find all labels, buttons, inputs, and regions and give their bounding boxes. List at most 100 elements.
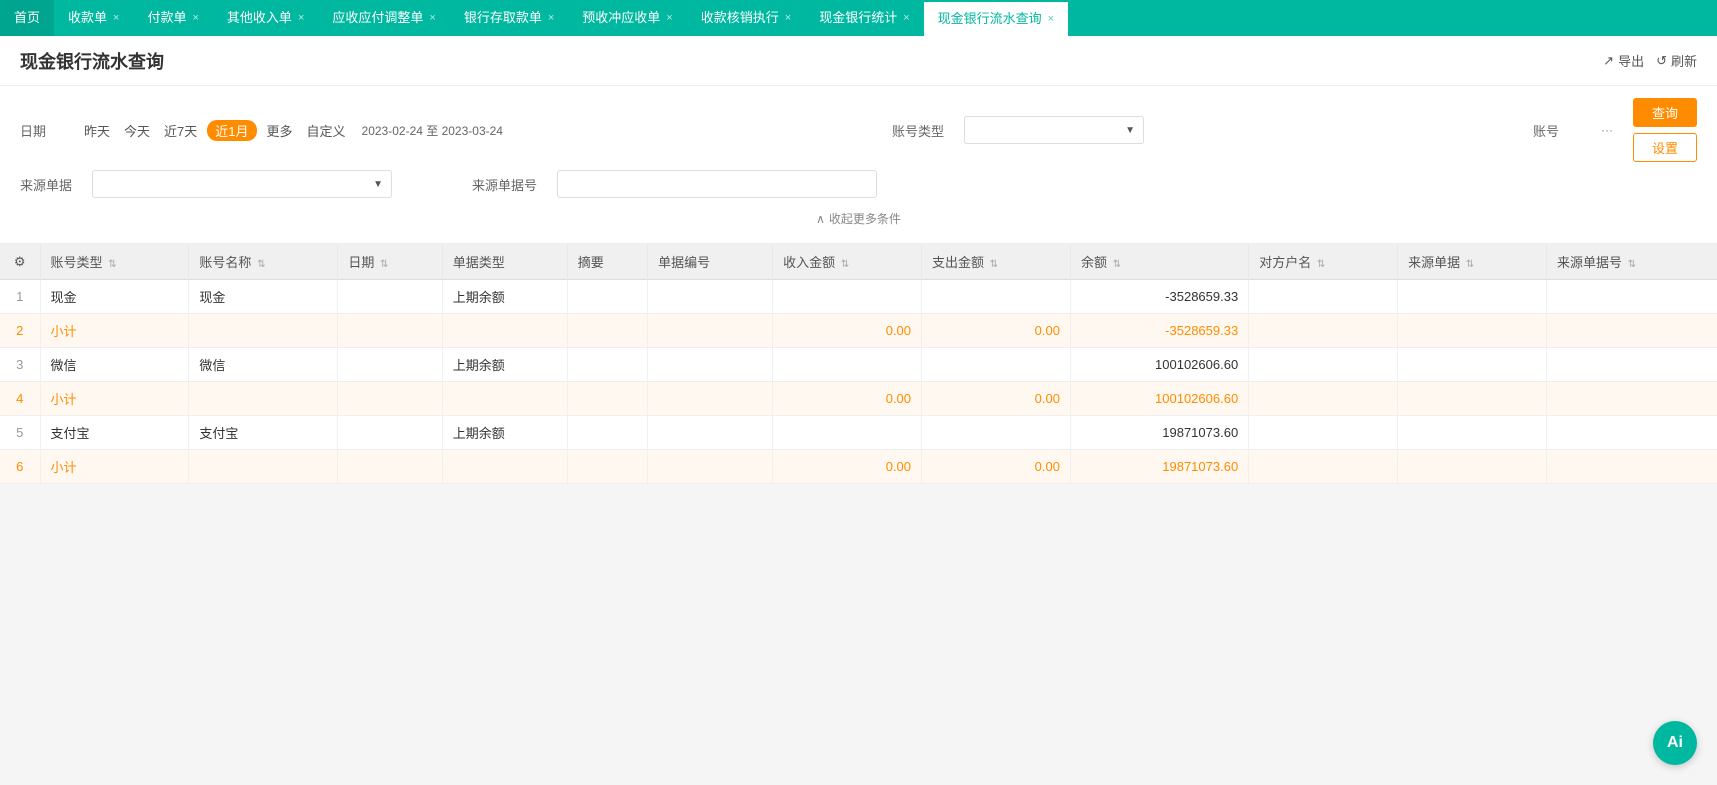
nav-receipt[interactable]: 收款单 × <box>54 0 133 36</box>
cell-12 <box>1547 416 1717 450</box>
source-doc-num-input[interactable] <box>557 170 877 198</box>
col-counter-party[interactable]: 对方户名 ⇅ <box>1249 244 1398 280</box>
table-body: 1现金现金上期余额-3528659.332小计0.000.00-3528659.… <box>0 280 1717 484</box>
sort-source-doc-icon: ⇅ <box>1466 259 1474 270</box>
nav-payment-label: 付款单 <box>147 0 186 36</box>
cell-3 <box>338 314 442 348</box>
export-button[interactable]: ↗ 导出 <box>1603 51 1644 70</box>
cell-8: 0.00 <box>922 450 1071 484</box>
col-source-doc[interactable]: 来源单据 ⇅ <box>1398 244 1547 280</box>
col-settings[interactable]: ⚙ <box>0 244 40 280</box>
source-doc-chevron: ▼ <box>373 179 383 190</box>
account-more-btn[interactable]: ··· <box>1601 123 1613 137</box>
date-opt-yesterday[interactable]: 昨天 <box>80 120 114 141</box>
table-row[interactable]: 1现金现金上期余额-3528659.33 <box>0 280 1717 314</box>
nav-advance[interactable]: 预收冲应收单 × <box>568 0 686 36</box>
cell-0: 5 <box>0 416 40 450</box>
collapse-button[interactable]: ∧ 收起更多条件 <box>20 206 1697 231</box>
cell-1: 微信 <box>40 348 189 382</box>
cell-9: 19871073.60 <box>1070 416 1248 450</box>
col-account-type[interactable]: 账号类型 ⇅ <box>40 244 189 280</box>
account-type-chevron: ▼ <box>1125 125 1135 136</box>
header-actions: ↗ 导出 ↺ 刷新 <box>1603 51 1697 70</box>
nav-ar-ap-adjust[interactable]: 应收应付调整单 × <box>318 0 449 36</box>
nav-bank-deposit[interactable]: 银行存取款单 × <box>450 0 568 36</box>
cell-11 <box>1398 348 1547 382</box>
cell-7: 0.00 <box>773 382 922 416</box>
date-opt-more[interactable]: 更多 <box>263 120 297 141</box>
query-button[interactable]: 查询 <box>1633 98 1697 127</box>
col-summary[interactable]: 摘要 <box>567 244 647 280</box>
col-income[interactable]: 收入金额 ⇅ <box>773 244 922 280</box>
date-opt-custom[interactable]: 自定义 <box>303 120 350 141</box>
ai-label: Ai <box>1667 734 1683 752</box>
table-row[interactable]: 2小计0.000.00-3528659.33 <box>0 314 1717 348</box>
cell-8 <box>922 416 1071 450</box>
cell-8 <box>922 280 1071 314</box>
cell-9: -3528659.33 <box>1070 280 1248 314</box>
nav-ar-ap-adjust-close[interactable]: × <box>429 0 435 36</box>
cell-3 <box>338 450 442 484</box>
cell-12 <box>1547 314 1717 348</box>
nav-other-income[interactable]: 其他收入单 × <box>213 0 318 36</box>
col-balance[interactable]: 余额 ⇅ <box>1070 244 1248 280</box>
cell-5 <box>567 280 647 314</box>
date-opt-7days[interactable]: 近7天 <box>160 120 201 141</box>
nav-advance-close[interactable]: × <box>666 0 672 36</box>
sort-date-icon: ⇅ <box>380 259 388 270</box>
collapse-label: 收起更多条件 <box>829 210 901 227</box>
cell-5 <box>567 314 647 348</box>
nav-receipt-close[interactable]: × <box>113 0 119 36</box>
cell-10 <box>1249 450 1398 484</box>
col-doc-type[interactable]: 单据类型 <box>442 244 567 280</box>
filter-row-2: 来源单据 ▼ 来源单据号 <box>20 170 1697 198</box>
refresh-button[interactable]: ↺ 刷新 <box>1656 51 1697 70</box>
nav-other-income-close[interactable]: × <box>298 0 304 36</box>
ai-button[interactable]: Ai <box>1653 721 1697 765</box>
sort-account-name-icon: ⇅ <box>257 259 265 270</box>
cell-6 <box>648 348 773 382</box>
cell-2: 微信 <box>189 348 338 382</box>
col-date[interactable]: 日期 ⇅ <box>338 244 442 280</box>
col-expense-label: 支出金额 <box>932 255 984 270</box>
nav-collection-exec-close[interactable]: × <box>785 0 791 36</box>
account-type-select[interactable]: ▼ <box>964 116 1144 144</box>
nav-cash-bank-stats-close[interactable]: × <box>903 0 909 36</box>
col-source-doc-no[interactable]: 来源单据号 ⇅ <box>1547 244 1717 280</box>
table-container: ⚙ 账号类型 ⇅ 账号名称 ⇅ 日期 ⇅ 单据类型 摘要 <box>0 244 1717 484</box>
source-doc-select[interactable]: ▼ <box>92 170 392 198</box>
col-doc-no[interactable]: 单据编号 <box>648 244 773 280</box>
nav-home[interactable]: 首页 <box>0 0 54 36</box>
nav-collection-exec[interactable]: 收款核销执行 × <box>687 0 805 36</box>
settings-button[interactable]: 设置 <box>1633 133 1697 162</box>
table-row[interactable]: 6小计0.000.0019871073.60 <box>0 450 1717 484</box>
col-account-name[interactable]: 账号名称 ⇅ <box>189 244 338 280</box>
cell-5 <box>567 450 647 484</box>
nav-payment[interactable]: 付款单 × <box>133 0 212 36</box>
table-row[interactable]: 3微信微信上期余额100102606.60 <box>0 348 1717 382</box>
page-title: 现金银行流水查询 <box>20 48 164 74</box>
date-opt-today[interactable]: 今天 <box>120 120 154 141</box>
cell-0: 3 <box>0 348 40 382</box>
col-expense[interactable]: 支出金额 ⇅ <box>922 244 1071 280</box>
nav-cash-bank-flow-close[interactable]: × <box>1048 1 1054 36</box>
nav-cash-bank-stats[interactable]: 现金银行统计 × <box>805 0 923 36</box>
source-doc-num-label: 来源单据号 <box>472 175 537 194</box>
date-opt-1month[interactable]: 近1月 <box>207 120 256 141</box>
nav-ar-ap-adjust-label: 应收应付调整单 <box>332 0 423 36</box>
nav-cash-bank-flow[interactable]: 现金银行流水查询 × <box>924 0 1068 36</box>
col-source-doc-label: 来源单据 <box>1408 255 1460 270</box>
action-buttons: 查询 设置 <box>1633 98 1697 162</box>
cell-10 <box>1249 280 1398 314</box>
filter-row-1: 日期 昨天 今天 近7天 近1月 更多 自定义 2023-02-24 至 202… <box>20 98 1697 162</box>
cell-4 <box>442 450 567 484</box>
cell-6 <box>648 450 773 484</box>
cell-12 <box>1547 348 1717 382</box>
nav-bank-deposit-close[interactable]: × <box>548 0 554 36</box>
table-row[interactable]: 5支付宝支付宝上期余额19871073.60 <box>0 416 1717 450</box>
sort-income-icon: ⇅ <box>841 259 849 270</box>
nav-advance-label: 预收冲应收单 <box>582 0 660 36</box>
nav-payment-close[interactable]: × <box>192 0 198 36</box>
table-row[interactable]: 4小计0.000.00100102606.60 <box>0 382 1717 416</box>
col-doc-type-label: 单据类型 <box>453 255 505 270</box>
